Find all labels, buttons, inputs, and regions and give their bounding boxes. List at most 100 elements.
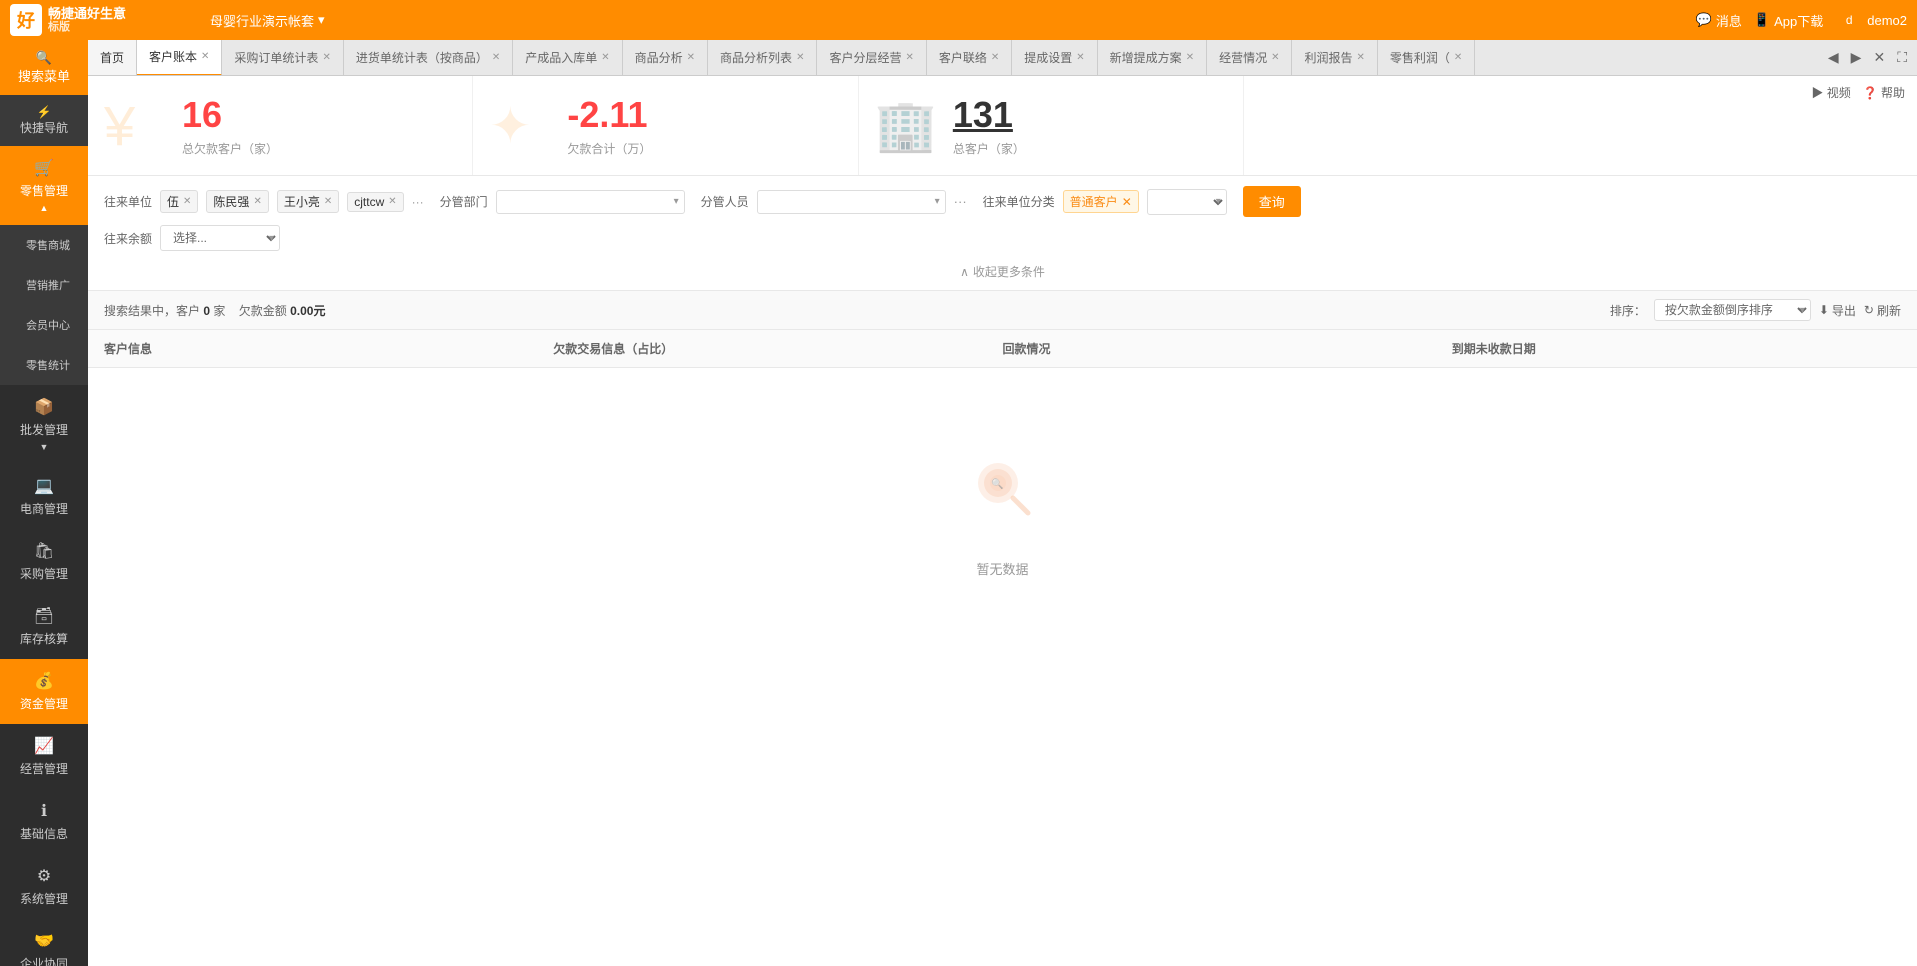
tab-close-purchase-stats[interactable]: ✕ [492,52,500,63]
total-customers-label: 总客户（家） [953,140,1025,157]
sidebar-item-member-center[interactable]: 会员中心 [0,305,88,345]
sidebar-item-enterprise-coop[interactable]: 🤝 企业协同 [0,919,88,966]
tab-new-raise[interactable]: 新增提成方案 ✕ [1098,40,1207,76]
tab-home[interactable]: 首页 [88,40,137,76]
tab-close-customer-contact[interactable]: ✕ [991,52,999,63]
purchase-icon: 🛍 [34,541,54,561]
tab-purchase-stats[interactable]: 进货单统计表（按商品） ✕ [344,40,513,76]
sort-select[interactable]: 按欠款金额倒序排序 [1654,299,1811,321]
help-button[interactable]: ❓ 帮助 [1863,84,1905,101]
customer-count: 0 [203,304,210,318]
content-area: 首页 客户账本 ✕ 采购订单统计表 ✕ 进货单统计表（按商品） ✕ 产成品入库单… [88,40,1917,966]
message-button[interactable]: 💬 消息 [1696,11,1742,30]
tab-cost-in[interactable]: 产成品入库单 ✕ [513,40,622,76]
category-select[interactable] [1147,189,1227,215]
collapse-button[interactable]: ∧ 收起更多条件 [104,259,1901,280]
sidebar-item-inventory[interactable]: 🗃 库存核算 [0,594,88,659]
sidebar-item-retail-mall[interactable]: 零售商城 [0,225,88,265]
person-label: 分管人员 [701,193,749,210]
stats-top-right: ▶ 视频 ❓ 帮助 [1811,84,1905,101]
category-tag-normal: 普通客户 ✕ [1063,190,1139,213]
dept-label: 分管部门 [440,193,488,210]
user-profile[interactable]: d demo2 [1835,6,1907,34]
tab-profit-report[interactable]: 利润报告 ✕ [1292,40,1377,76]
category-tag-close[interactable]: ✕ [1122,195,1132,209]
filter-tag-chen: 陈民强 ✕ [206,190,268,213]
tab-prev-button[interactable]: ◀ [1824,47,1843,68]
sidebar-item-business-mgmt[interactable]: 📈 经营管理 [0,724,88,789]
refresh-label: 刷新 [1877,302,1901,319]
tab-customer-segment[interactable]: 客户分层经营 ✕ [817,40,926,76]
export-button[interactable]: ⬇ 导出 [1819,302,1856,319]
stats-section-credit-total: ✦ -2.11 欠款合计（万） [473,76,858,175]
tab-bar-end: ◀ ▶ ✕ ⛶ [1818,47,1917,68]
tab-purchase-order[interactable]: 采购订单统计表 ✕ [222,40,343,76]
tab-close-goods-analysis-list[interactable]: ✕ [796,52,804,63]
tab-close-retail-profit[interactable]: ✕ [1454,52,1462,63]
tab-accounts[interactable]: 客户账本 ✕ [137,40,222,76]
tab-close-raise-settings[interactable]: ✕ [1076,52,1084,63]
tab-retail-profit[interactable]: 零售利润（ ✕ [1378,40,1475,76]
refresh-button[interactable]: ↻ 刷新 [1864,302,1901,319]
app-download-button[interactable]: 📱 App下载 [1754,11,1823,30]
tab-close-business-status[interactable]: ✕ [1271,52,1279,63]
sidebar-item-wholesale-mgmt[interactable]: 📦 批发管理 ▼ [0,385,88,464]
ecom-mgmt-label: 电商管理 [20,500,68,517]
new-raise-label: 新增提成方案 [1110,49,1182,66]
dept-select-wrapper [496,190,685,214]
raise-settings-label: 提成设置 [1024,49,1072,66]
tab-close-purchase-order[interactable]: ✕ [322,52,330,63]
sidebar-item-retail-stats[interactable]: 零售统计 [0,345,88,385]
tab-goods-analysis-list[interactable]: 商品分析列表 ✕ [708,40,817,76]
tab-close-customer-segment[interactable]: ✕ [905,52,913,63]
app-icon: 📱 [1754,12,1770,28]
sidebar-item-retail-mgmt-label: 零售管理 [20,182,68,199]
sidebar-item-basic-info[interactable]: ℹ 基础信息 [0,789,88,854]
tab-fullscreen-button[interactable]: ⛶ [1893,47,1911,68]
member-center-label: 会员中心 [26,317,70,333]
sidebar-item-marketing[interactable]: 营销推广 [0,265,88,305]
tab-bar: 首页 客户账本 ✕ 采购订单统计表 ✕ 进货单统计表（按商品） ✕ 产成品入库单… [88,40,1917,76]
balance-select[interactable]: 选择... [160,225,280,251]
query-button[interactable]: 查询 [1243,186,1301,217]
top-bar-left: 好 畅捷通好生意 标版 [10,4,210,36]
balance-select-wrapper: 选择... [160,225,280,251]
sidebar-item-ecom-mgmt[interactable]: 💻 电商管理 [0,464,88,529]
tab-raise-settings[interactable]: 提成设置 ✕ [1012,40,1097,76]
filter-more-btn[interactable]: ··· [412,195,424,209]
col-expire-header: 到期未收款日期 [1452,340,1901,357]
filter-tag-wang-close[interactable]: ✕ [324,196,332,207]
sidebar-item-purchase-mgmt[interactable]: 🛍 采购管理 [0,529,88,594]
tab-business-status[interactable]: 经营情况 ✕ [1207,40,1292,76]
filter-tag-wu: 伍 ✕ [160,190,198,213]
tab-close-profit-report[interactable]: ✕ [1357,52,1365,63]
tab-close-accounts[interactable]: ✕ [201,51,209,62]
tab-customer-contact[interactable]: 客户联络 ✕ [927,40,1012,76]
tab-close-cost-in[interactable]: ✕ [601,52,609,63]
workspace-dropdown-icon[interactable]: ▾ [318,12,325,28]
tab-close-all-button[interactable]: ✕ [1869,47,1889,68]
video-button[interactable]: ▶ 视频 [1811,84,1850,101]
person-select[interactable] [757,190,946,214]
dept-select[interactable] [496,190,685,214]
sidebar-search[interactable]: 🔍 搜索菜单 [0,40,88,95]
tab-goods-analysis[interactable]: 商品分析 ✕ [623,40,708,76]
tab-close-new-raise[interactable]: ✕ [1186,52,1194,63]
user-name: demo2 [1867,13,1907,28]
home-label: 首页 [100,49,124,66]
sidebar-item-retail-mgmt[interactable]: 🛒 零售管理 ▲ [0,146,88,225]
sidebar-item-finance-mgmt[interactable]: 💰 资金管理 [0,659,88,724]
result-bar: 搜索结果中，客户 0 家 欠款金额 0.00元 排序： 按欠款金额倒序排序 [88,291,1917,330]
sidebar-nav[interactable]: ⚡ 快捷导航 [0,95,88,146]
message-label: 消息 [1716,11,1742,30]
person-dots[interactable]: ··· [954,194,967,209]
filter-tag-chen-close[interactable]: ✕ [253,196,261,207]
filter-bar: 往来单位 伍 ✕ 陈民强 ✕ 王小亮 ✕ cjttcw [88,176,1917,291]
filter-tag-wu-close[interactable]: ✕ [183,196,191,207]
inventory-label: 库存核算 [20,630,68,647]
tab-close-goods-analysis[interactable]: ✕ [687,52,695,63]
collapse-arrow: ▲ [40,203,49,213]
tab-next-button[interactable]: ▶ [1847,47,1866,68]
sidebar-item-system-mgmt[interactable]: ⚙ 系统管理 [0,854,88,919]
filter-tag-cjttcw-close[interactable]: ✕ [388,196,396,207]
